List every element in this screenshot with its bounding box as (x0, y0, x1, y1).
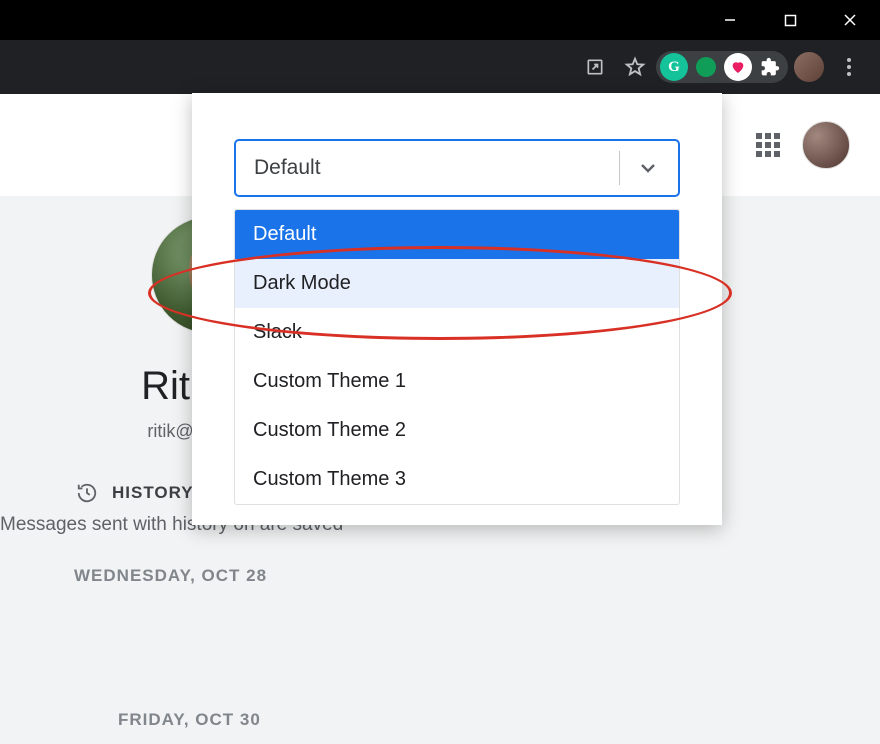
theme-option-custom-2[interactable]: Custom Theme 2 (235, 406, 679, 455)
theme-option-custom-1[interactable]: Custom Theme 1 (235, 357, 679, 406)
browser-menu-icon[interactable] (830, 48, 868, 86)
account-avatar[interactable] (802, 121, 850, 169)
window-titlebar (0, 0, 880, 40)
history-heading: HISTORY (76, 482, 194, 504)
maximize-icon (784, 14, 797, 27)
browser-profile-avatar[interactable] (790, 48, 828, 86)
theme-option-custom-3[interactable]: Custom Theme 3 (235, 455, 679, 504)
theme-options-list: Default Dark Mode Slack Custom Theme 1 C… (234, 209, 680, 505)
open-in-new-icon[interactable] (576, 48, 614, 86)
browser-toolbar: G (0, 40, 880, 94)
window-minimize-button[interactable] (700, 0, 760, 40)
select-divider (619, 151, 620, 185)
theme-dropdown-panel: Default Default Dark Mode Slack Custom T… (192, 93, 722, 525)
window-maximize-button[interactable] (760, 0, 820, 40)
history-icon (76, 482, 98, 504)
extension-heart-icon[interactable] (724, 53, 752, 81)
extensions-puzzle-icon[interactable] (756, 53, 784, 81)
google-apps-icon[interactable] (756, 133, 780, 157)
theme-option-default[interactable]: Default (235, 210, 679, 259)
theme-select[interactable]: Default (234, 139, 680, 197)
extension-grammarly-icon[interactable]: G (660, 53, 688, 81)
theme-select-value: Default (254, 156, 321, 180)
close-icon (843, 13, 857, 27)
theme-option-slack[interactable]: Slack (235, 308, 679, 357)
window-close-button[interactable] (820, 0, 880, 40)
extension-green-icon[interactable] (692, 53, 720, 81)
bookmark-star-icon[interactable] (616, 48, 654, 86)
history-label: HISTORY (112, 483, 194, 503)
date-separator: WEDNESDAY, OCT 28 (74, 566, 267, 586)
date-separator: FRIDAY, OCT 30 (118, 710, 261, 730)
theme-option-dark-mode[interactable]: Dark Mode (235, 259, 679, 308)
chevron-down-icon (636, 156, 660, 180)
minimize-icon (723, 13, 737, 27)
extensions-group: G (656, 51, 788, 83)
